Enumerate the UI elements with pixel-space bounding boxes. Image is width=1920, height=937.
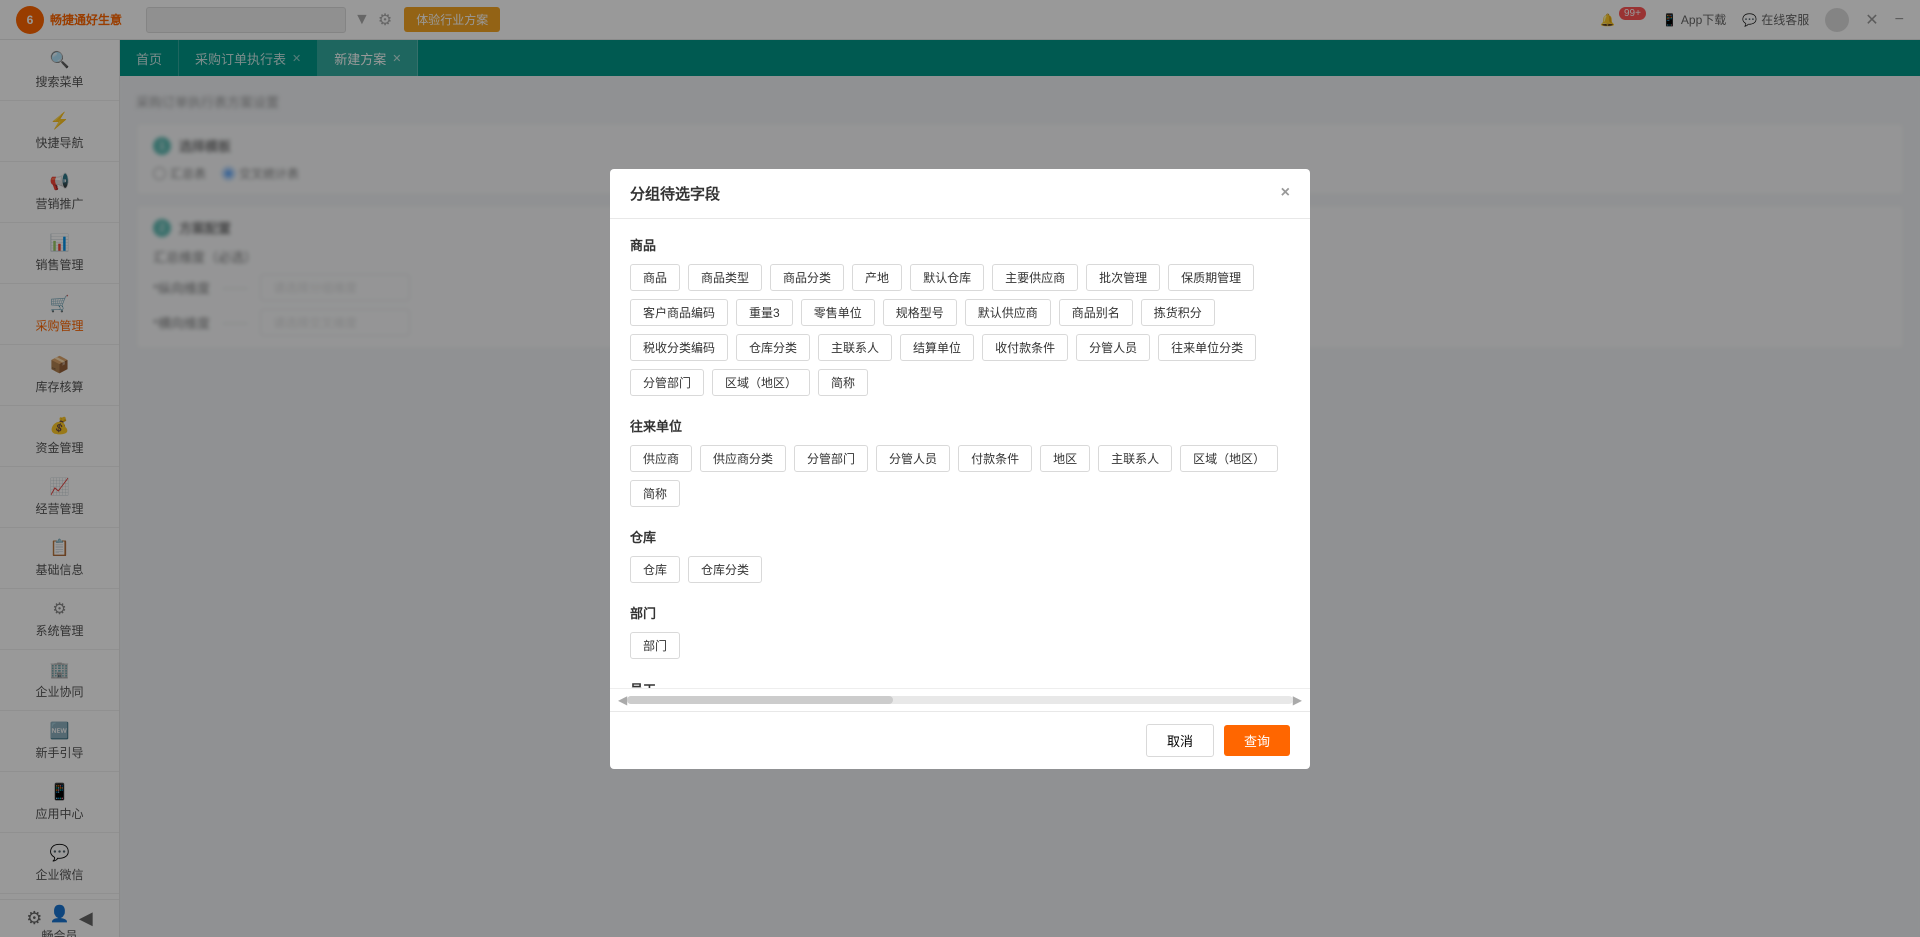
section-warehouse-title: 仓库 [630, 527, 1290, 546]
field-pay-terms[interactable]: 付款条件 [958, 445, 1032, 472]
section-employee: 员工 业务员 [630, 679, 1290, 688]
field-partner-region[interactable]: 区域（地区） [1180, 445, 1278, 472]
field-partner-short[interactable]: 简称 [630, 480, 680, 507]
modal-close-button[interactable]: × [1281, 184, 1290, 202]
field-product-type[interactable]: 商品类型 [688, 264, 762, 291]
section-product-fields: 商品 商品类型 商品分类 产地 默认仓库 主要供应商 批次管理 保质期管理 客户… [630, 264, 1290, 396]
field-origin[interactable]: 产地 [852, 264, 902, 291]
field-pick-points[interactable]: 拣货积分 [1141, 299, 1215, 326]
field-default-warehouse[interactable]: 默认仓库 [910, 264, 984, 291]
field-product[interactable]: 商品 [630, 264, 680, 291]
field-partner-supervisor[interactable]: 分管人员 [876, 445, 950, 472]
field-main-supplier[interactable]: 主要供应商 [992, 264, 1078, 291]
modal-overlay: 分组待选字段 × 商品 商品 商品类型 商品分类 产地 默认仓库 主要供应商 批… [0, 0, 1920, 937]
field-select-modal: 分组待选字段 × 商品 商品 商品类型 商品分类 产地 默认仓库 主要供应商 批… [610, 169, 1310, 769]
section-partner-fields: 供应商 供应商分类 分管部门 分管人员 付款条件 地区 主联系人 区域（地区） … [630, 445, 1290, 507]
section-department: 部门 部门 [630, 603, 1290, 659]
field-partner-dept[interactable]: 分管部门 [794, 445, 868, 472]
field-partner-contact[interactable]: 主联系人 [1098, 445, 1172, 472]
hscroll-bar [627, 696, 1293, 704]
field-retail-unit[interactable]: 零售单位 [801, 299, 875, 326]
field-batch-mgmt[interactable]: 批次管理 [1086, 264, 1160, 291]
section-warehouse: 仓库 仓库 仓库分类 [630, 527, 1290, 583]
section-partner: 往来单位 供应商 供应商分类 分管部门 分管人员 付款条件 地区 主联系人 区域… [630, 416, 1290, 507]
field-tax-code[interactable]: 税收分类编码 [630, 334, 728, 361]
field-warehouse-category[interactable]: 仓库分类 [736, 334, 810, 361]
field-spec-model[interactable]: 规格型号 [883, 299, 957, 326]
modal-body[interactable]: 商品 商品 商品类型 商品分类 产地 默认仓库 主要供应商 批次管理 保质期管理… [610, 219, 1310, 688]
section-employee-title: 员工 [630, 679, 1290, 688]
field-product-alias[interactable]: 商品别名 [1059, 299, 1133, 326]
modal-header: 分组待选字段 × [610, 169, 1310, 219]
section-warehouse-fields: 仓库 仓库分类 [630, 556, 1290, 583]
section-department-fields: 部门 [630, 632, 1290, 659]
field-area[interactable]: 地区 [1040, 445, 1090, 472]
hscroll-left-arrow[interactable]: ◀ [618, 693, 627, 707]
field-region[interactable]: 区域（地区） [712, 369, 810, 396]
hscroll-thumb [627, 696, 893, 704]
field-product-category[interactable]: 商品分类 [770, 264, 844, 291]
field-weight[interactable]: 重量3 [736, 299, 793, 326]
section-product: 商品 商品 商品类型 商品分类 产地 默认仓库 主要供应商 批次管理 保质期管理… [630, 235, 1290, 396]
field-shelf-life[interactable]: 保质期管理 [1168, 264, 1254, 291]
cancel-button[interactable]: 取消 [1146, 724, 1214, 757]
field-warehouse-cat[interactable]: 仓库分类 [688, 556, 762, 583]
field-main-contact[interactable]: 主联系人 [818, 334, 892, 361]
hscroll-right-arrow[interactable]: ▶ [1293, 693, 1302, 707]
field-default-supplier[interactable]: 默认供应商 [965, 299, 1051, 326]
modal-horizontal-scrollbar[interactable]: ◀ ▶ [610, 688, 1310, 711]
field-dept[interactable]: 分管部门 [630, 369, 704, 396]
field-supplier[interactable]: 供应商 [630, 445, 692, 472]
section-partner-title: 往来单位 [630, 416, 1290, 435]
section-department-title: 部门 [630, 603, 1290, 622]
field-warehouse[interactable]: 仓库 [630, 556, 680, 583]
modal-footer: 取消 查询 [610, 711, 1310, 769]
field-customer-code[interactable]: 客户商品编码 [630, 299, 728, 326]
field-partner-category[interactable]: 往来单位分类 [1158, 334, 1256, 361]
confirm-button[interactable]: 查询 [1224, 725, 1290, 756]
field-supplier-category[interactable]: 供应商分类 [700, 445, 786, 472]
field-short-name[interactable]: 简称 [818, 369, 868, 396]
field-payment-terms[interactable]: 收付款条件 [982, 334, 1068, 361]
field-settlement-unit[interactable]: 结算单位 [900, 334, 974, 361]
modal-title: 分组待选字段 [630, 183, 720, 204]
field-department[interactable]: 部门 [630, 632, 680, 659]
field-supervisor[interactable]: 分管人员 [1076, 334, 1150, 361]
section-product-title: 商品 [630, 235, 1290, 254]
